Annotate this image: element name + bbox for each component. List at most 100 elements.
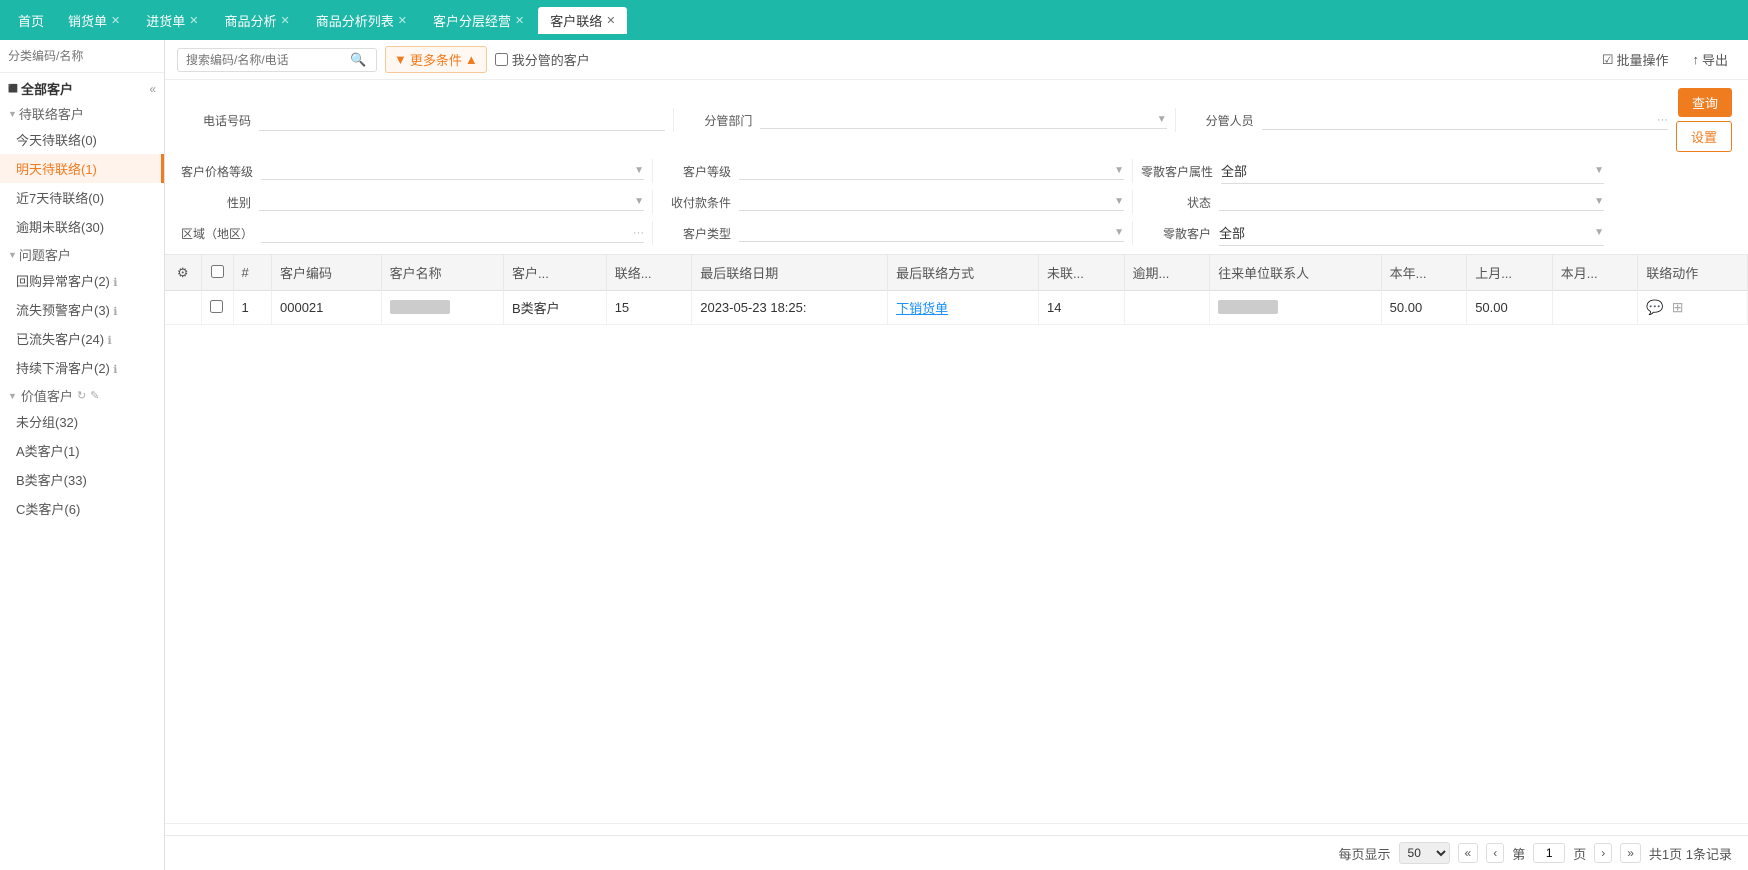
sidebar-item-abnormal-repurchase[interactable]: 回购异常客户(2) ℹ [0, 266, 164, 295]
cell-code[interactable]: 000021 [272, 291, 382, 325]
person-select[interactable]: ··· [1262, 111, 1668, 130]
sidebar: 🔍 全部客户 « 待联络客户 今天待联络(0) 明天待联络(1) 近7天待联络(… [0, 40, 165, 870]
ct-chevron-icon: ▼ [1114, 227, 1124, 238]
value-customers-group: 价值客户 ↻ ✎ [0, 382, 164, 407]
sidebar-item-unclassified[interactable]: 未分组(32) [0, 407, 164, 436]
nav-product-analysis[interactable]: 商品分析 ✕ [212, 7, 301, 34]
col-uncontacted[interactable]: 未联... [1039, 255, 1125, 291]
nav-home[interactable]: 首页 [8, 7, 54, 34]
col-type[interactable]: 客户... [503, 255, 606, 291]
dept-label: 分管部门 [682, 112, 752, 129]
row-checkbox[interactable] [210, 300, 223, 313]
col-actions: 联络动作 [1638, 255, 1748, 291]
retail-customer-select[interactable]: 全部 ▼ [1219, 220, 1604, 246]
sidebar-item-class-a[interactable]: A类客户(1) [0, 436, 164, 465]
nav-customer-contact[interactable]: 客户联络 ✕ [538, 7, 627, 34]
cell-check[interactable] [201, 291, 233, 325]
sidebar-item-churned[interactable]: 已流失客户(24) ℹ [0, 324, 164, 353]
customer-value-select[interactable]: ▼ [261, 162, 644, 180]
dept-chevron-icon: ▼ [1157, 114, 1167, 125]
select-all-checkbox[interactable] [211, 265, 224, 278]
contact-action-icon[interactable]: 💬 [1646, 299, 1663, 316]
nav-customer-tier[interactable]: 客户分层经营 ✕ [421, 7, 536, 34]
close-product-analysis-list-icon[interactable]: ✕ [398, 14, 407, 27]
sidebar-item-tomorrow-contact[interactable]: 明天待联络(1) [0, 154, 164, 183]
sidebar-item-class-b[interactable]: B类客户(33) [0, 465, 164, 494]
sidebar-item-class-c[interactable]: C类客户(6) [0, 494, 164, 523]
export-btn[interactable]: ↑ 导出 [1684, 47, 1736, 72]
table-row: 1 000021 B类客户 15 2023-05-23 18:25: 下销货单 … [165, 291, 1748, 325]
more-action-icon[interactable]: ⊞ [1672, 299, 1684, 316]
phone-input[interactable] [259, 110, 665, 131]
page-input[interactable] [1533, 843, 1565, 863]
search-icon[interactable]: 🔍 [350, 52, 366, 68]
my-customers-checkbox[interactable]: 我分管的客户 [495, 50, 590, 69]
my-customers-check[interactable] [495, 53, 508, 66]
person-more-icon[interactable]: ··· [1657, 114, 1668, 126]
nav-product-analysis-list[interactable]: 商品分析列表 ✕ [304, 7, 419, 34]
sidebar-search-area: 🔍 [0, 40, 164, 73]
col-last-method[interactable]: 最后联络方式 [888, 255, 1039, 291]
retail-attr-select[interactable]: 全部 ▼ [1221, 158, 1604, 184]
col-overdue[interactable]: 逾期... [1124, 255, 1210, 291]
sidebar-collapse-icon[interactable]: « [149, 82, 156, 96]
settings-icon[interactable]: ⚙ [177, 265, 189, 280]
cell-last-method[interactable]: 下销货单 [888, 291, 1039, 325]
col-unit-contacts[interactable]: 往来单位联系人 [1210, 255, 1382, 291]
col-last-month[interactable]: 上月... [1467, 255, 1553, 291]
next-page-btn[interactable]: › [1594, 843, 1612, 863]
col-check[interactable] [201, 255, 233, 291]
query-button[interactable]: 查询 [1678, 88, 1732, 117]
more-conditions-btn[interactable]: ▼ 更多条件 ▲ [385, 46, 487, 73]
last-page-btn[interactable]: » [1620, 843, 1641, 863]
horizontal-scroll-area[interactable] [165, 823, 1748, 835]
col-index: # [233, 255, 272, 291]
nav-purchaseorder[interactable]: 进货单 ✕ [134, 7, 210, 34]
close-product-analysis-icon[interactable]: ✕ [281, 14, 290, 27]
rc-chevron-icon: ▼ [1594, 227, 1604, 238]
customer-grade-select[interactable]: ▼ [739, 162, 1124, 180]
setting-button[interactable]: 设置 [1676, 121, 1732, 152]
status-select[interactable]: ▼ [1219, 193, 1604, 211]
phone-field: 电话号码 [181, 110, 665, 131]
close-customer-contact-icon[interactable]: ✕ [606, 14, 615, 27]
sidebar-item-today-contact[interactable]: 今天待联络(0) [0, 125, 164, 154]
sidebar-item-overdue-contact[interactable]: 逾期未联络(30) [0, 212, 164, 241]
batch-ops-btn[interactable]: ☑ 批量操作 [1594, 47, 1677, 72]
prev-page-btn[interactable]: ‹ [1486, 843, 1504, 863]
first-page-btn[interactable]: « [1458, 843, 1479, 863]
col-last-date[interactable]: 最后联络日期 [692, 255, 888, 291]
col-contacts[interactable]: 联络... [606, 255, 692, 291]
customer-type-select[interactable]: ▼ [739, 224, 1124, 242]
region-select[interactable]: ··· [261, 224, 644, 243]
dept-select[interactable]: ▼ [760, 111, 1166, 129]
payment-field: 收付款条件 ▼ [661, 193, 1124, 211]
cell-actions: 💬 ⊞ [1638, 291, 1748, 325]
col-code[interactable]: 客户编码 [272, 255, 382, 291]
search-box[interactable]: 🔍 [177, 48, 377, 72]
last-method-link[interactable]: 下销货单 [896, 301, 948, 316]
sidebar-item-7days-contact[interactable]: 近7天待联络(0) [0, 183, 164, 212]
col-this-month[interactable]: 本月... [1552, 255, 1638, 291]
person-label: 分管人员 [1184, 112, 1254, 129]
per-page-select[interactable]: 50 20 100 [1399, 842, 1450, 864]
cv-chevron-icon: ▼ [634, 165, 644, 176]
sidebar-item-churn-warning[interactable]: 流失预警客户(3) ℹ [0, 295, 164, 324]
search-input[interactable] [186, 53, 346, 67]
close-salesorder-icon[interactable]: ✕ [111, 14, 120, 27]
nav-salesorder[interactable]: 销货单 ✕ [56, 7, 132, 34]
close-customer-tier-icon[interactable]: ✕ [515, 14, 524, 27]
region-more-icon[interactable]: ··· [633, 227, 644, 239]
close-purchaseorder-icon[interactable]: ✕ [189, 14, 198, 27]
col-settings[interactable]: ⚙ [165, 255, 201, 291]
col-name[interactable]: 客户名称 [381, 255, 503, 291]
refresh-value-icon[interactable]: ↻ [77, 389, 86, 402]
payment-select[interactable]: ▼ [739, 193, 1124, 211]
sidebar-search-input[interactable] [8, 49, 163, 63]
filter-bar: 🔍 ▼ 更多条件 ▲ 我分管的客户 ☑ 批量操作 ↑ 导出 [165, 40, 1748, 80]
col-this-year[interactable]: 本年... [1381, 255, 1467, 291]
sidebar-item-declining[interactable]: 持续下滑客户(2) ℹ [0, 353, 164, 382]
table-footer: 每页显示 50 20 100 « ‹ 第 页 › » 共1页 1条记录 [165, 835, 1748, 870]
gender-select[interactable]: ▼ [259, 193, 644, 211]
edit-value-icon[interactable]: ✎ [90, 389, 99, 402]
